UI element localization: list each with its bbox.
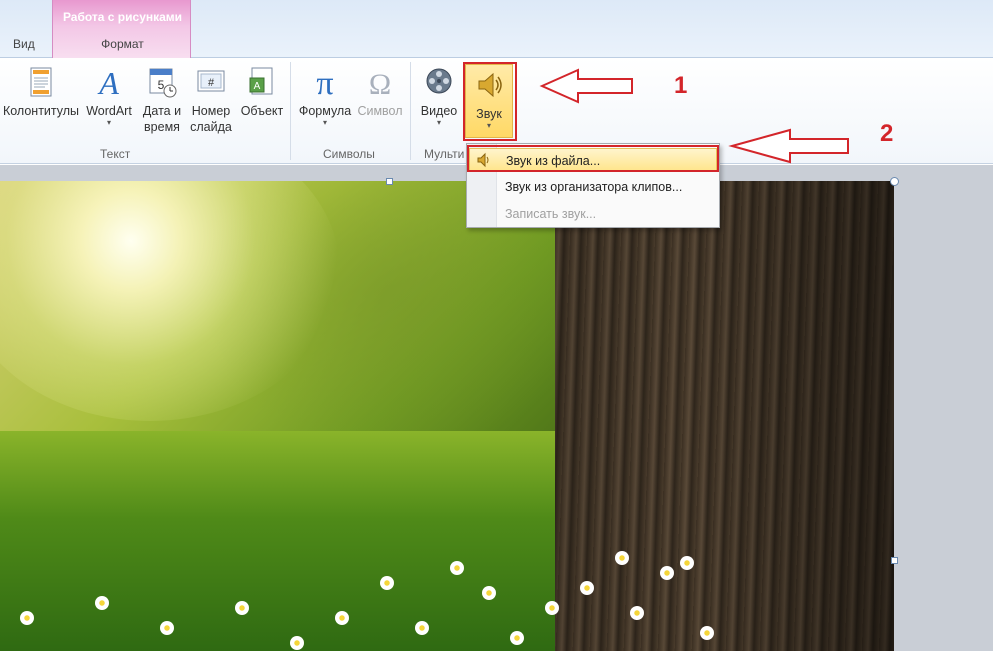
flower <box>380 576 394 590</box>
formula-button[interactable]: π Формула ▾ <box>296 62 354 140</box>
resize-handle[interactable] <box>890 177 899 186</box>
object-label: Объект <box>240 104 284 118</box>
chevron-down-icon: ▾ <box>106 118 111 127</box>
flower <box>450 561 464 575</box>
wordart-label: WordArt <box>86 104 132 118</box>
slide-picture[interactable] <box>0 181 894 651</box>
flower <box>660 566 674 580</box>
datetime-button[interactable]: 5 Дата и время <box>139 62 185 140</box>
group-separator <box>290 62 291 160</box>
headers-button[interactable]: Колонтитулы <box>2 62 80 140</box>
video-label: Видео <box>420 104 458 118</box>
slide-number-label: Номер слайда <box>190 104 232 134</box>
resize-handle[interactable] <box>891 557 898 564</box>
flower <box>20 611 34 625</box>
flower <box>482 586 496 600</box>
group-separator <box>410 62 411 160</box>
object-button[interactable]: A Объект <box>237 62 287 140</box>
context-group-title: Работа с рисунками <box>62 10 183 24</box>
slide-number-icon: # <box>195 66 227 98</box>
svg-text:Ω: Ω <box>369 68 391 98</box>
svg-text:A: A <box>97 66 119 98</box>
flower <box>95 596 109 610</box>
callout-number-1: 1 <box>674 72 688 99</box>
svg-text:#: # <box>208 77 215 89</box>
tree-trunk-shade <box>555 181 894 651</box>
menu-item-sound-from-clip-organizer[interactable]: Звук из организатора клипов... <box>469 175 717 199</box>
symbol-label: Символ <box>357 104 403 118</box>
svg-text:π: π <box>316 66 333 98</box>
flower <box>290 636 304 650</box>
ribbon-tab-bar: Вид Работа с рисунками Формат <box>0 0 993 58</box>
flower <box>700 626 714 640</box>
symbol-button[interactable]: Ω Символ <box>355 62 405 140</box>
svg-text:A: A <box>254 81 261 92</box>
chevron-down-icon: ▾ <box>436 118 441 127</box>
callout-frame-sound <box>463 62 517 141</box>
object-icon: A <box>246 66 278 98</box>
group-label-media: Мульти <box>424 147 465 161</box>
flower <box>415 621 429 635</box>
wordart-icon: A <box>93 65 125 101</box>
flower <box>235 601 249 615</box>
formula-label: Формула <box>298 104 352 118</box>
flower <box>545 601 559 615</box>
header-footer-icon <box>25 66 57 98</box>
picture-tools-context-group: Работа с рисунками Формат <box>52 0 191 58</box>
callout-arrow-1 <box>539 68 633 104</box>
flower <box>630 606 644 620</box>
film-reel-icon <box>423 66 455 98</box>
group-label-symbols: Символы <box>323 147 375 161</box>
wordart-button[interactable]: A WordArt ▾ <box>82 62 136 140</box>
tab-format[interactable]: Формат <box>53 37 192 51</box>
video-button[interactable]: Видео ▾ <box>416 62 462 140</box>
flower <box>335 611 349 625</box>
resize-handle[interactable] <box>386 178 393 185</box>
slide-workspace <box>0 165 993 651</box>
group-label-text: Текст <box>100 147 131 161</box>
callout-arrow-2 <box>728 128 849 164</box>
headers-label: Колонтитулы <box>2 104 80 118</box>
callout-frame-menu-item <box>467 145 719 172</box>
flower <box>580 581 594 595</box>
menu-item-record-sound: Записать звук... <box>469 202 717 226</box>
flower <box>680 556 694 570</box>
flower <box>510 631 524 645</box>
flower <box>615 551 629 565</box>
tab-view[interactable]: Вид <box>13 37 35 51</box>
callout-number-2: 2 <box>880 120 894 147</box>
pi-icon: π <box>309 65 341 102</box>
menu-item-label: Звук из организатора клипов... <box>505 180 683 194</box>
calendar-clock-icon: 5 <box>146 66 178 98</box>
slide-number-button[interactable]: # Номер слайда <box>188 62 234 140</box>
chevron-down-icon: ▾ <box>322 118 327 127</box>
omega-icon: Ω <box>364 66 396 101</box>
menu-item-label: Записать звук... <box>505 207 597 221</box>
datetime-label: Дата и время <box>142 104 182 134</box>
flower <box>160 621 174 635</box>
